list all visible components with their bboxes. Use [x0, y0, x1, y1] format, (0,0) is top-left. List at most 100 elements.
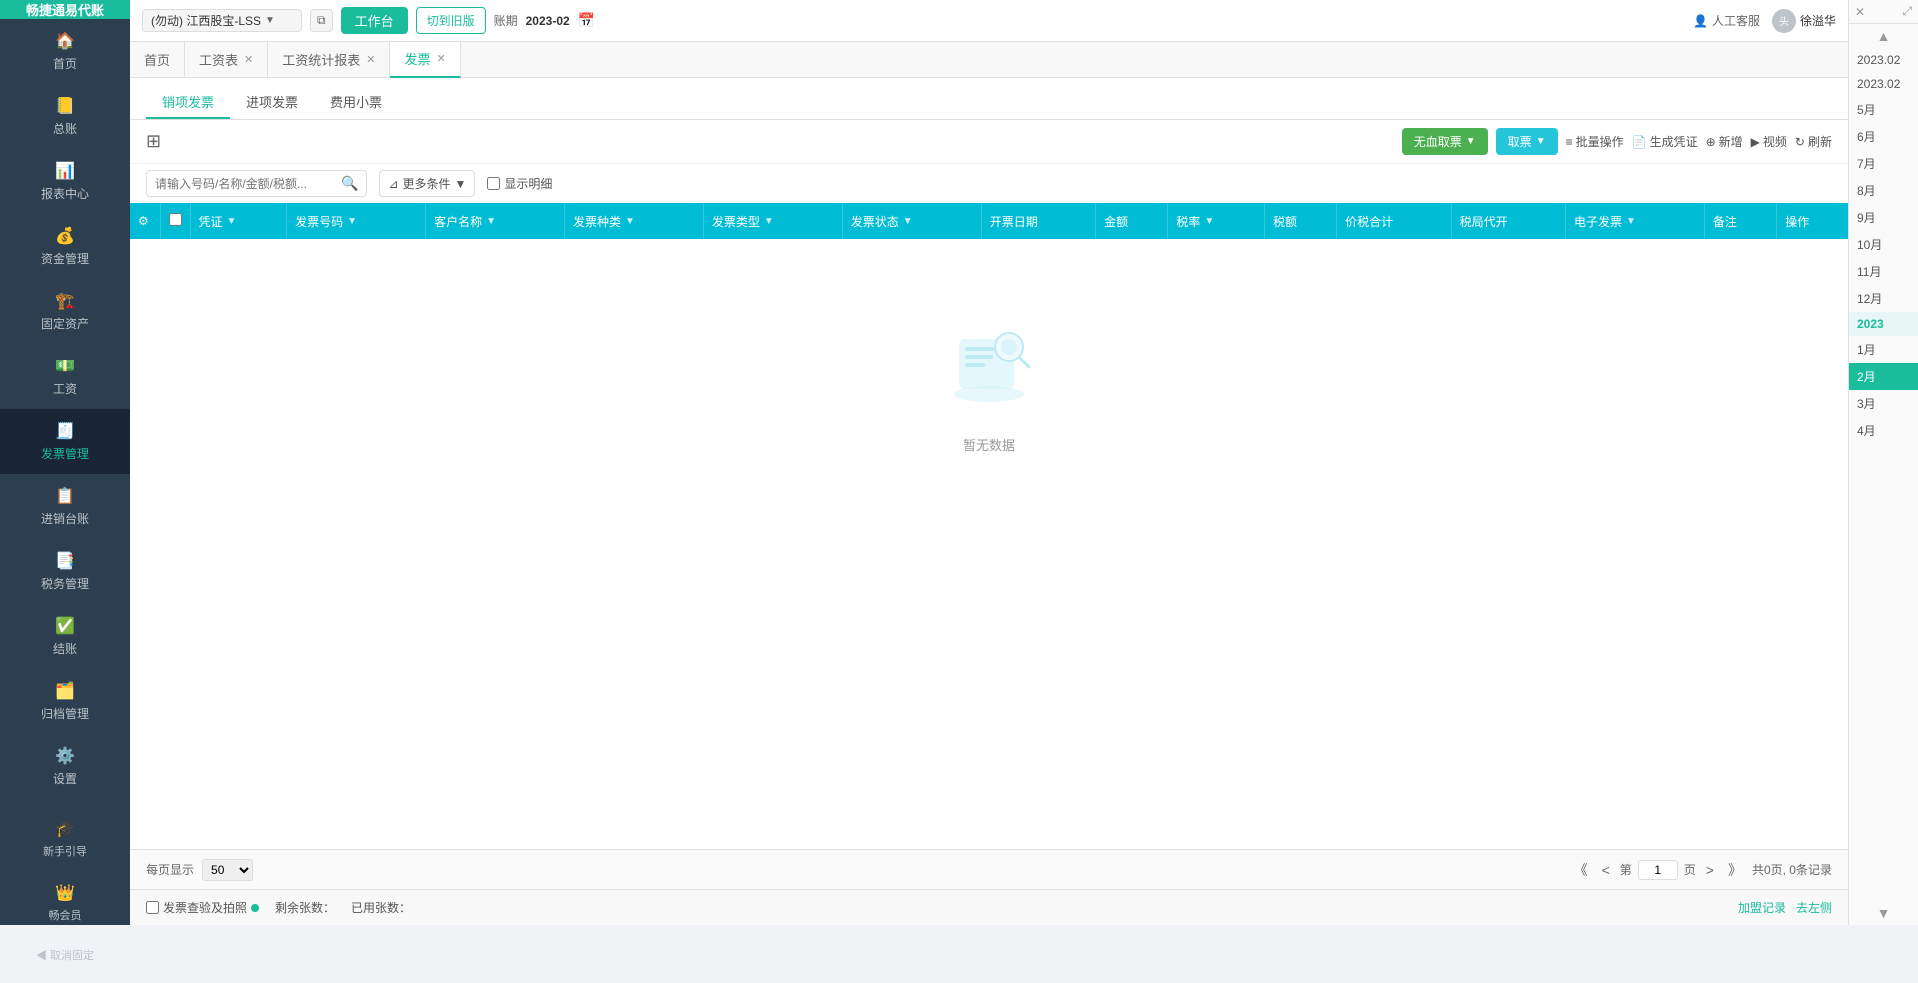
page-size-select[interactable]: 50 100 200	[202, 859, 253, 881]
switch-old-btn[interactable]: 切到旧版	[416, 7, 486, 34]
header-right: 👤 人工客服 头 徐溢华	[1693, 9, 1836, 33]
right-panel-expand-btn[interactable]: ⤢	[1902, 4, 1912, 19]
workspace-btn[interactable]: 工作台	[341, 7, 408, 34]
date-item-5[interactable]: 5月	[1849, 96, 1918, 123]
no-tax-btn[interactable]: 无血取票 ▼	[1402, 128, 1488, 155]
date-item-2023-02-first[interactable]: 2023.02	[1849, 48, 1918, 72]
th-customer: 客户名称▼	[426, 203, 565, 239]
vip-icon: 👑	[55, 883, 75, 903]
collapse-btn[interactable]: ◀ 取消固定	[0, 935, 130, 975]
search-input[interactable]	[155, 177, 335, 191]
new-btn[interactable]: ⊕ 新增	[1706, 133, 1743, 150]
th-voucher: 凭证▼	[190, 203, 287, 239]
empty-state: 暂无数据	[130, 239, 1848, 534]
user-name: 徐溢华	[1800, 12, 1836, 29]
tab-invoice-close[interactable]: ✕	[437, 52, 446, 65]
sidebar-item-settings[interactable]: ⚙️ 设置	[0, 734, 130, 799]
tax-rate-filter-icon[interactable]: ▼	[1204, 216, 1214, 227]
th-invoice-class: 发票类型▼	[703, 203, 842, 239]
date-item-2023-1[interactable]: 1月	[1849, 336, 1918, 363]
take-ticket-btn[interactable]: 取票 ▼	[1496, 128, 1558, 155]
tab-invoice[interactable]: 发票 ✕	[390, 42, 460, 78]
go-right-link[interactable]: 去左侧	[1796, 901, 1832, 915]
check-invoice-checkbox[interactable]	[146, 901, 159, 914]
calendar-icon[interactable]: 📅	[578, 12, 595, 29]
th-check[interactable]	[160, 203, 190, 239]
sidebar-item-archive[interactable]: 🗂️ 归档管理	[0, 669, 130, 734]
copy-btn[interactable]: ⧉	[310, 9, 333, 32]
customer-filter-icon[interactable]: ▼	[486, 216, 496, 227]
date-list: 2023.02 2023.02 5月 6月 7月 8月 9月 10月 11月 1…	[1849, 48, 1918, 901]
tab-salary-close[interactable]: ✕	[244, 53, 253, 66]
right-panel-up-btn[interactable]: ▲	[1849, 24, 1918, 48]
date-item-12[interactable]: 12月	[1849, 285, 1918, 312]
sub-tab-purchase[interactable]: 进项发票	[230, 86, 314, 119]
show-detail-check[interactable]: 显示明细	[487, 175, 552, 192]
grid-settings-icon[interactable]: ⊞	[146, 131, 161, 152]
right-panel-close-btn[interactable]: ✕	[1855, 5, 1865, 19]
e-invoice-filter-icon[interactable]: ▼	[1626, 216, 1636, 227]
tab-salary-report[interactable]: 工资统计报表 ✕	[268, 42, 390, 78]
th-tax-office: 税局代开	[1451, 203, 1565, 239]
tab-home[interactable]: 首页	[130, 42, 185, 78]
join-link[interactable]: 加盟记录	[1738, 901, 1786, 915]
invoice-no-filter-icon[interactable]: ▼	[347, 216, 357, 227]
date-item-6[interactable]: 6月	[1849, 123, 1918, 150]
sidebar-item-sales-ledger[interactable]: 📋 进销台账	[0, 474, 130, 539]
sidebar-item-guide[interactable]: 🎓 新手引导	[0, 807, 130, 871]
header-bar: (勿动) 江西股宝-LSS ▼ ⧉ 工作台 切到旧版 账期 2023-02 📅 …	[130, 0, 1848, 42]
date-item-7[interactable]: 7月	[1849, 150, 1918, 177]
invoice-class-filter-icon[interactable]: ▼	[764, 216, 774, 227]
user-info[interactable]: 头 徐溢华	[1772, 9, 1836, 33]
sidebar-item-invoice[interactable]: 🧾 发票管理	[0, 409, 130, 474]
date-item-2023-02-second[interactable]: 2023.02	[1849, 72, 1918, 96]
invoice-icon: 🧾	[55, 421, 75, 441]
gen-voucher-btn[interactable]: 📄 生成凭证	[1632, 133, 1698, 150]
sidebar-item-ledger[interactable]: 📒 总账	[0, 84, 130, 149]
company-selector[interactable]: (勿动) 江西股宝-LSS ▼	[142, 9, 302, 32]
date-item-11[interactable]: 11月	[1849, 258, 1918, 285]
status-filter-icon[interactable]: ▼	[903, 216, 913, 227]
more-filter-btn[interactable]: ⊿ 更多条件 ▼	[379, 170, 475, 197]
sidebar-item-salary[interactable]: 💵 工资	[0, 344, 130, 409]
last-page-btn[interactable]: 》	[1724, 858, 1746, 882]
video-btn[interactable]: ▶ 视频	[1751, 133, 1787, 150]
sub-tab-sales[interactable]: 销项发票	[146, 86, 230, 119]
select-all-checkbox[interactable]	[169, 213, 182, 226]
tab-salary[interactable]: 工资表 ✕	[185, 42, 268, 78]
gen-voucher-icon: 📄	[1632, 135, 1647, 149]
invoice-type-filter-icon[interactable]: ▼	[625, 216, 635, 227]
voucher-filter-icon[interactable]: ▼	[227, 216, 237, 227]
next-page-btn[interactable]: >	[1702, 860, 1718, 880]
date-item-2023-2[interactable]: 2月	[1849, 363, 1918, 390]
batch-op-btn[interactable]: ≡ 批量操作	[1566, 133, 1624, 150]
check-invoice-label: 发票查验及拍照	[146, 899, 259, 916]
th-setting[interactable]: ⚙	[130, 203, 160, 239]
sidebar-item-tax[interactable]: 📑 税务管理	[0, 539, 130, 604]
date-item-2023-3[interactable]: 3月	[1849, 390, 1918, 417]
sidebar-item-assets[interactable]: 🏗️ 固定资产	[0, 279, 130, 344]
prev-page-btn[interactable]: <	[1598, 860, 1614, 880]
sub-tab-expense[interactable]: 费用小票	[314, 86, 398, 119]
refresh-btn[interactable]: ↻ 刷新	[1795, 133, 1832, 150]
sidebar-item-reports[interactable]: 📊 报表中心	[0, 149, 130, 214]
page-input[interactable]	[1638, 860, 1678, 880]
sidebar-item-close[interactable]: ✅ 结账	[0, 604, 130, 669]
date-item-9[interactable]: 9月	[1849, 204, 1918, 231]
right-panel-down-btn[interactable]: ▼	[1849, 901, 1918, 925]
date-item-2023-4[interactable]: 4月	[1849, 417, 1918, 444]
bottom-bar: 发票查验及拍照 剩余张数： 已用张数： 加盟记录 去左侧	[130, 889, 1848, 925]
reports-icon: 📊	[55, 161, 75, 181]
search-icon[interactable]: 🔍	[341, 175, 358, 192]
sidebar-item-funds[interactable]: 💰 资金管理	[0, 214, 130, 279]
date-item-8[interactable]: 8月	[1849, 177, 1918, 204]
sidebar-item-home[interactable]: 🏠 首页	[0, 19, 130, 84]
tab-salary-report-close[interactable]: ✕	[366, 53, 375, 66]
total-text: 共0页, 0条记录	[1752, 861, 1832, 878]
show-detail-checkbox[interactable]	[487, 177, 500, 190]
sidebar-item-vip[interactable]: 👑 畅会员	[0, 871, 130, 935]
first-page-btn[interactable]: 《	[1570, 858, 1592, 882]
close-account-icon: ✅	[55, 616, 75, 636]
date-item-10[interactable]: 10月	[1849, 231, 1918, 258]
service-btn[interactable]: 👤 人工客服	[1693, 12, 1760, 29]
